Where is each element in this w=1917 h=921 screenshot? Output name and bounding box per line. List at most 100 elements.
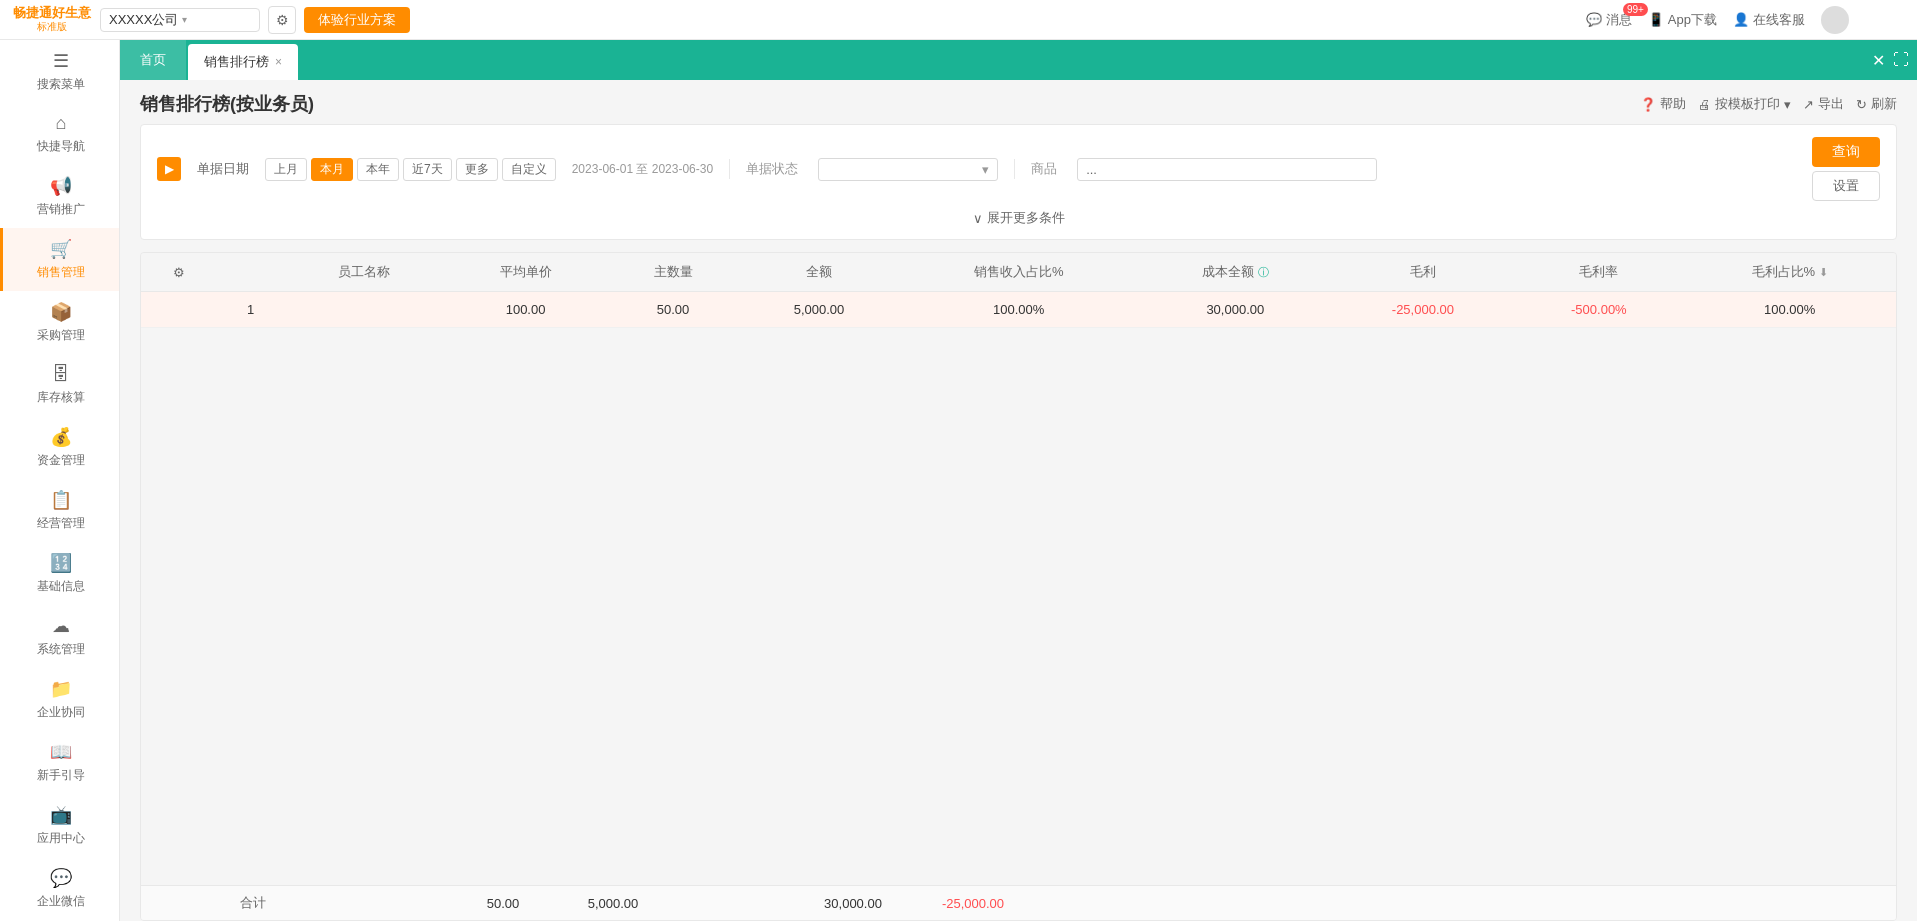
sidebar-item-search[interactable]: ☰ 搜索菜单 xyxy=(0,40,119,103)
sidebar-label-sales: 销售管理 xyxy=(37,264,85,281)
sidebar-item-finance[interactable]: 💰 资金管理 xyxy=(0,416,119,479)
cell-gross-pct: 100.00% xyxy=(1683,292,1896,328)
col-gross: 毛利 xyxy=(1331,253,1514,292)
sidebar-label-inventory: 库存核算 xyxy=(37,389,85,406)
system-icon: ☁ xyxy=(52,615,70,637)
logo-sub: 标准版 xyxy=(37,20,67,34)
col-sales-pct: 销售收入占比% xyxy=(898,253,1139,292)
message-badge: 99+ xyxy=(1623,3,1648,16)
download-icon: 📱 xyxy=(1648,12,1664,27)
user-name xyxy=(1865,6,1905,34)
basic-icon: 🔢 xyxy=(50,552,72,574)
sidebar-label-search: 搜索菜单 xyxy=(37,76,85,93)
shortcut-icon: ⌂ xyxy=(56,113,67,134)
logo-text: 畅捷通好生意 xyxy=(13,5,91,21)
print-chevron-icon: ▾ xyxy=(1784,97,1791,112)
refresh-button[interactable]: ↻ 刷新 xyxy=(1856,95,1897,113)
window-expand-icon[interactable]: ⛶ xyxy=(1893,51,1909,69)
help-icon: ❓ xyxy=(1640,97,1656,112)
date-btn-近7天[interactable]: 近7天 xyxy=(403,158,452,181)
sidebar-item-guide[interactable]: 📖 新手引导 xyxy=(0,731,119,794)
page-content: 销售排行榜(按业务员) ❓ 帮助 🖨 按模板打印 ▾ ↗ 导出 xyxy=(120,80,1917,921)
tab-close-icon[interactable]: × xyxy=(275,55,282,69)
tab-sales-ranking[interactable]: 销售排行榜 × xyxy=(188,44,298,80)
refresh-icon: ↻ xyxy=(1856,97,1867,112)
sidebar-item-inventory[interactable]: 🗄 库存核算 xyxy=(0,354,119,416)
sidebar-item-apps[interactable]: 📺 应用中心 xyxy=(0,794,119,857)
settings-button-2[interactable]: 设置 xyxy=(1812,171,1880,201)
page-header: 销售排行榜(按业务员) ❓ 帮助 🖨 按模板打印 ▾ ↗ 导出 xyxy=(120,80,1917,124)
tab-bar-right: ✕ ⛶ xyxy=(1872,40,1917,80)
tab-home[interactable]: 首页 xyxy=(120,40,186,80)
date-btn-自定义[interactable]: 自定义 xyxy=(502,158,556,181)
sidebar-item-basic[interactable]: 🔢 基础信息 xyxy=(0,542,119,605)
filter-divider xyxy=(729,159,730,179)
date-btn-更多[interactable]: 更多 xyxy=(456,158,498,181)
sales-icon: 🛒 xyxy=(50,238,72,260)
inventory-icon: 🗄 xyxy=(52,364,70,385)
app-download-button[interactable]: 📱 App下载 xyxy=(1648,11,1717,29)
operations-icon: 📋 xyxy=(50,489,72,511)
sidebar-label-shortcut: 快捷导航 xyxy=(37,138,85,155)
sidebar-item-marketing[interactable]: 📢 营销推广 xyxy=(0,165,119,228)
filter-area: ▶ 单据日期 上月本月本年近7天更多自定义 2023-06-01 至 2023-… xyxy=(140,124,1897,240)
data-table: ⚙ 员工名称 平均单价 主数量 全额 销售收入占比% 成本全额 ⓘ 毛利 毛利率 xyxy=(141,253,1896,328)
col-cost: 成本全额 ⓘ xyxy=(1139,253,1331,292)
sidebar-item-system[interactable]: ☁ 系统管理 xyxy=(0,605,119,668)
settings-button[interactable]: ⚙ xyxy=(268,6,296,34)
date-btn-本月[interactable]: 本月 xyxy=(311,158,353,181)
footer-label: 合计 xyxy=(153,894,353,912)
guide-icon: 📖 xyxy=(50,741,72,763)
footer-qty: 50.00 xyxy=(453,896,553,911)
tab-bar: 首页 销售排行榜 × ✕ ⛶ xyxy=(120,40,1917,80)
table-header-row: ⚙ 员工名称 平均单价 主数量 全额 销售收入占比% 成本全额 ⓘ 毛利 毛利率 xyxy=(141,253,1896,292)
goods-select[interactable]: ... xyxy=(1077,158,1377,181)
message-button[interactable]: 💬 消息 99+ xyxy=(1586,11,1632,29)
cost-info-icon: ⓘ xyxy=(1258,266,1269,278)
online-service-button[interactable]: 👤 在线客服 xyxy=(1733,11,1805,29)
col-amount: 全额 xyxy=(740,253,898,292)
status-filter-label: 单据状态 xyxy=(746,160,798,178)
query-button[interactable]: 查询 xyxy=(1812,137,1880,167)
date-btn-上月[interactable]: 上月 xyxy=(265,158,307,181)
col-settings[interactable]: ⚙ xyxy=(141,253,217,292)
expand-conditions-button[interactable]: ∨ 展开更多条件 xyxy=(157,209,1880,227)
company-selector[interactable]: XXXXX公司 ▾ xyxy=(100,8,260,32)
sidebar-item-operations[interactable]: 📋 经营管理 xyxy=(0,479,119,542)
trial-button[interactable]: 体验行业方案 xyxy=(304,7,410,33)
home-tab-label: 首页 xyxy=(140,51,166,69)
status-select[interactable]: ▾ xyxy=(818,158,998,181)
print-button[interactable]: 🖨 按模板打印 ▾ xyxy=(1698,95,1791,113)
message-icon: 💬 xyxy=(1586,12,1602,27)
sidebar-label-finance: 资金管理 xyxy=(37,452,85,469)
main-layout: ☰ 搜索菜单 ⌂ 快捷导航 📢 营销推广 🛒 销售管理 📦 采购管理 🗄 库存核… xyxy=(0,40,1917,921)
sidebar-item-wechat[interactable]: 💬 企业微信 xyxy=(0,857,119,920)
search-icon: ☰ xyxy=(53,50,69,72)
cell-amount: 5,000.00 xyxy=(740,292,898,328)
export-button[interactable]: ↗ 导出 xyxy=(1803,95,1844,113)
sidebar-item-sales[interactable]: 🛒 销售管理 xyxy=(0,228,119,291)
window-close-icon[interactable]: ✕ xyxy=(1872,51,1885,70)
help-button[interactable]: ❓ 帮助 xyxy=(1640,95,1686,113)
sidebar-label-marketing: 营销推广 xyxy=(37,201,85,218)
enterprise-icon: 📁 xyxy=(50,678,72,700)
goods-filter-label: 商品 xyxy=(1031,160,1057,178)
sidebar-item-enterprise[interactable]: 📁 企业协同 xyxy=(0,668,119,731)
cell-qty: 50.00 xyxy=(606,292,740,328)
footer-cost: 30,000.00 xyxy=(793,896,913,911)
cell-gross: -25,000.00 xyxy=(1331,292,1514,328)
tab-label: 销售排行榜 xyxy=(204,53,269,71)
date-buttons: 上月本月本年近7天更多自定义 xyxy=(265,158,556,181)
top-bar-right: 💬 消息 99+ 📱 App下载 👤 在线客服 xyxy=(1586,6,1905,34)
date-filter-label: 单据日期 xyxy=(197,160,249,178)
sidebar-item-purchase[interactable]: 📦 采购管理 xyxy=(0,291,119,354)
date-btn-本年[interactable]: 本年 xyxy=(357,158,399,181)
sidebar-item-shortcut[interactable]: ⌂ 快捷导航 xyxy=(0,103,119,165)
top-bar: 畅捷通好生意 标准版 XXXXX公司 ▾ ⚙ 体验行业方案 💬 消息 99+ 📱… xyxy=(0,0,1917,40)
filter-toggle-icon: ▶ xyxy=(165,162,174,176)
settings-col-icon: ⚙ xyxy=(173,265,185,280)
avatar[interactable] xyxy=(1821,6,1849,34)
finance-icon: 💰 xyxy=(50,426,72,448)
purchase-icon: 📦 xyxy=(50,301,72,323)
filter-toggle-button[interactable]: ▶ xyxy=(157,157,181,181)
